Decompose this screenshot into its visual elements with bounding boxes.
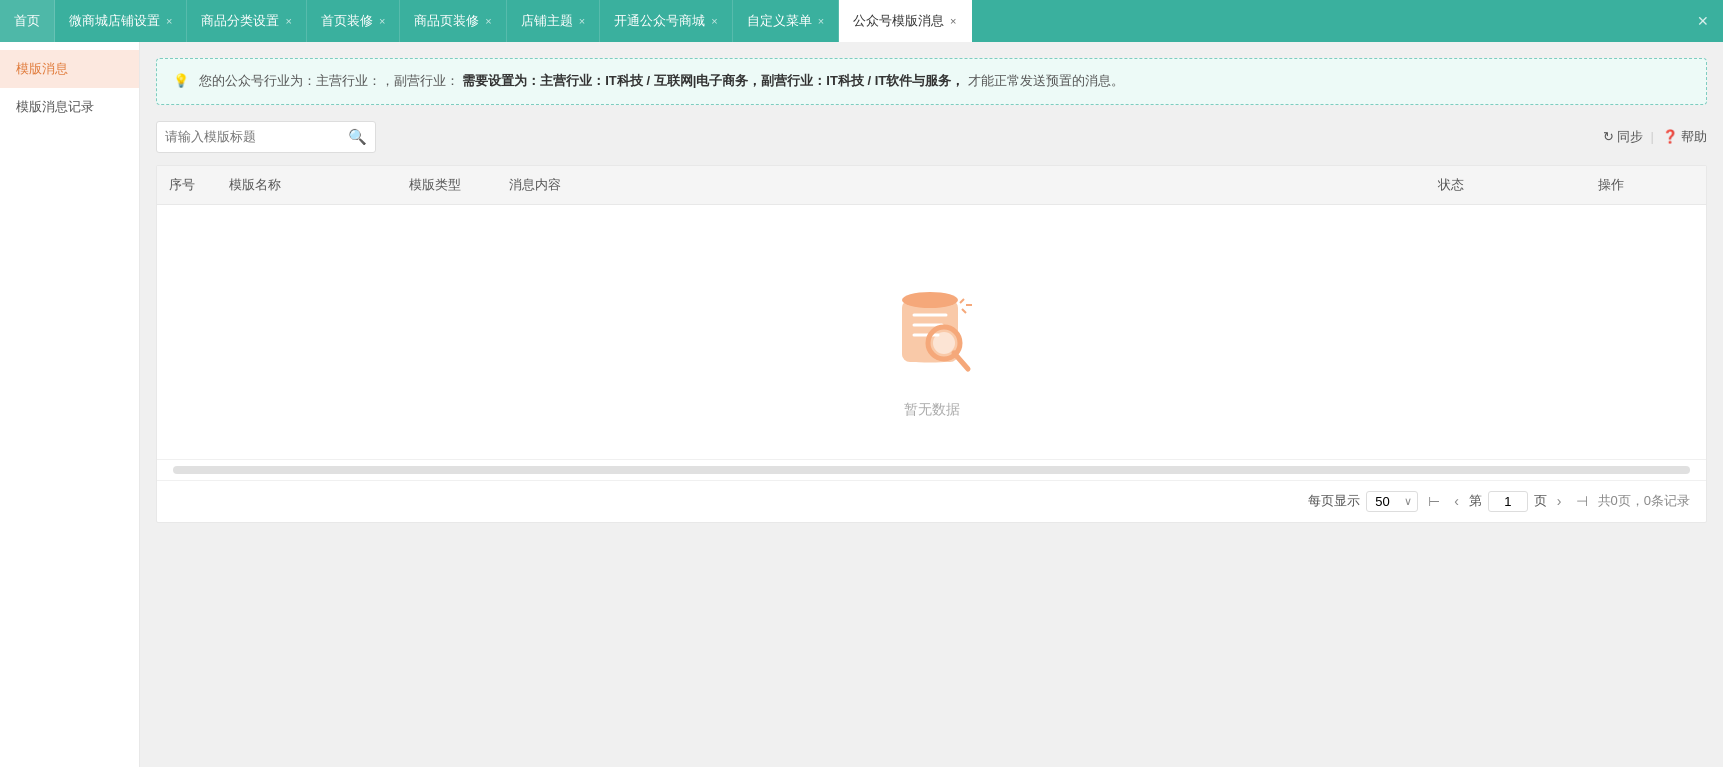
help-button[interactable]: ❓ 帮助: [1662, 128, 1707, 146]
search-wrap[interactable]: 🔍: [156, 121, 376, 153]
prev-page-button[interactable]: ‹: [1450, 491, 1463, 511]
page-size-wrap: 每页显示 10 20 50 100: [1308, 491, 1418, 512]
tab-shop-settings-label: 微商城店铺设置: [69, 12, 160, 30]
data-table: 序号 模版名称 模版类型 消息内容 状态 操作: [156, 165, 1707, 523]
close-product-decor[interactable]: ×: [485, 15, 491, 27]
sync-icon: ↻: [1603, 129, 1614, 144]
close-custom-menu[interactable]: ×: [818, 15, 824, 27]
close-open-mall[interactable]: ×: [711, 15, 717, 27]
page-number-input[interactable]: [1488, 491, 1528, 512]
page-unit: 页: [1534, 492, 1547, 510]
sidebar-item-template-message[interactable]: 模版消息: [0, 50, 139, 88]
main-content: 💡 您的公众号行业为：主营行业：，副营行业： 需要设置为：主营行业：IT科技 /…: [140, 42, 1723, 767]
close-home-decor[interactable]: ×: [379, 15, 385, 27]
page-word: 第: [1469, 492, 1482, 510]
help-label: 帮助: [1681, 128, 1707, 146]
search-icon[interactable]: 🔍: [348, 128, 367, 146]
toolbar-divider: |: [1651, 129, 1654, 144]
next-page-button[interactable]: ›: [1553, 491, 1566, 511]
notice-suffix: 才能正常发送预置的消息。: [968, 73, 1124, 88]
close-category[interactable]: ×: [285, 15, 291, 27]
sidebar: 模版消息 模版消息记录: [0, 42, 140, 767]
tab-product-decor-label: 商品页装修: [414, 12, 479, 30]
close-all-button[interactable]: ✕: [1683, 13, 1723, 29]
notice-prefix: 您的公众号行业为：主营行业：，副营行业：: [199, 73, 459, 88]
help-icon: ❓: [1662, 129, 1678, 144]
page-size-select[interactable]: 10 20 50 100: [1366, 491, 1418, 512]
tab-store-theme-label: 店铺主题: [521, 12, 573, 30]
sidebar-item-template-message-log[interactable]: 模版消息记录: [0, 88, 139, 126]
tab-store-theme[interactable]: 店铺主题 ×: [507, 0, 600, 42]
sync-label: 同步: [1617, 128, 1643, 146]
tab-product-decor[interactable]: 商品页装修 ×: [400, 0, 506, 42]
empty-illustration: [872, 265, 992, 385]
search-input[interactable]: [165, 129, 344, 144]
col-content: 消息内容: [497, 166, 1426, 204]
tab-category-label: 商品分类设置: [201, 12, 279, 30]
empty-text: 暂无数据: [904, 401, 960, 419]
svg-line-9: [960, 299, 964, 303]
tab-home-label: 首页: [14, 12, 40, 30]
svg-point-8: [933, 332, 955, 354]
page-size-label: 每页显示: [1308, 492, 1360, 510]
col-status: 状态: [1426, 166, 1586, 204]
tab-category-settings[interactable]: 商品分类设置 ×: [187, 0, 306, 42]
tab-home-decor[interactable]: 首页装修 ×: [307, 0, 400, 42]
close-shop-settings[interactable]: ×: [166, 15, 172, 27]
sidebar-item-template-message-log-label: 模版消息记录: [16, 99, 94, 114]
tab-custom-menu[interactable]: 自定义菜单 ×: [733, 0, 839, 42]
scrollbar-track[interactable]: [173, 466, 1690, 474]
top-nav: 首页 微商城店铺设置 × 商品分类设置 × 首页装修 × 商品页装修 × 店铺主…: [0, 0, 1723, 42]
tab-shop-settings[interactable]: 微商城店铺设置 ×: [55, 0, 187, 42]
col-name: 模版名称: [217, 166, 397, 204]
close-template-msg[interactable]: ×: [950, 15, 956, 27]
notice-icon: 💡: [173, 73, 189, 88]
sync-button[interactable]: ↻ 同步: [1603, 128, 1643, 146]
notice-highlight: 需要设置为：主营行业：IT科技 / 互联网|电子商务，副营行业：IT科技 / I…: [462, 73, 964, 88]
close-store-theme[interactable]: ×: [579, 15, 585, 27]
tab-home[interactable]: 首页: [0, 0, 55, 42]
page-size-select-wrap[interactable]: 10 20 50 100: [1366, 491, 1418, 512]
svg-line-11: [962, 309, 966, 313]
close-all-icon: ✕: [1697, 13, 1709, 29]
col-action: 操作: [1586, 166, 1706, 204]
tab-home-decor-label: 首页装修: [321, 12, 373, 30]
table-header: 序号 模版名称 模版类型 消息内容 状态 操作: [157, 166, 1706, 205]
tab-template-msg-label: 公众号模版消息: [853, 12, 944, 30]
tab-open-mall-label: 开通公众号商城: [614, 12, 705, 30]
toolbar: 🔍 ↻ 同步 | ❓ 帮助: [156, 121, 1707, 153]
main-layout: 模版消息 模版消息记录 💡 您的公众号行业为：主营行业：，副营行业： 需要设置为…: [0, 42, 1723, 767]
tab-template-msg[interactable]: 公众号模版消息 ×: [839, 0, 971, 42]
toolbar-right: ↻ 同步 | ❓ 帮助: [1603, 128, 1707, 146]
tab-custom-menu-label: 自定义菜单: [747, 12, 812, 30]
col-type: 模版类型: [397, 166, 497, 204]
horizontal-scrollbar[interactable]: [157, 459, 1706, 480]
notice-box: 💡 您的公众号行业为：主营行业：，副营行业： 需要设置为：主营行业：IT科技 /…: [156, 58, 1707, 105]
svg-point-2: [902, 292, 958, 308]
page-total: 共0页，0条记录: [1598, 492, 1690, 510]
empty-state: 暂无数据: [157, 205, 1706, 459]
sidebar-item-template-message-label: 模版消息: [16, 61, 68, 76]
tab-open-mall[interactable]: 开通公众号商城 ×: [600, 0, 732, 42]
pagination: 每页显示 10 20 50 100 ⊢ ‹ 第 页 › ⊣: [157, 480, 1706, 522]
last-page-button[interactable]: ⊣: [1572, 491, 1592, 511]
col-index: 序号: [157, 166, 217, 204]
first-page-button[interactable]: ⊢: [1424, 491, 1444, 511]
